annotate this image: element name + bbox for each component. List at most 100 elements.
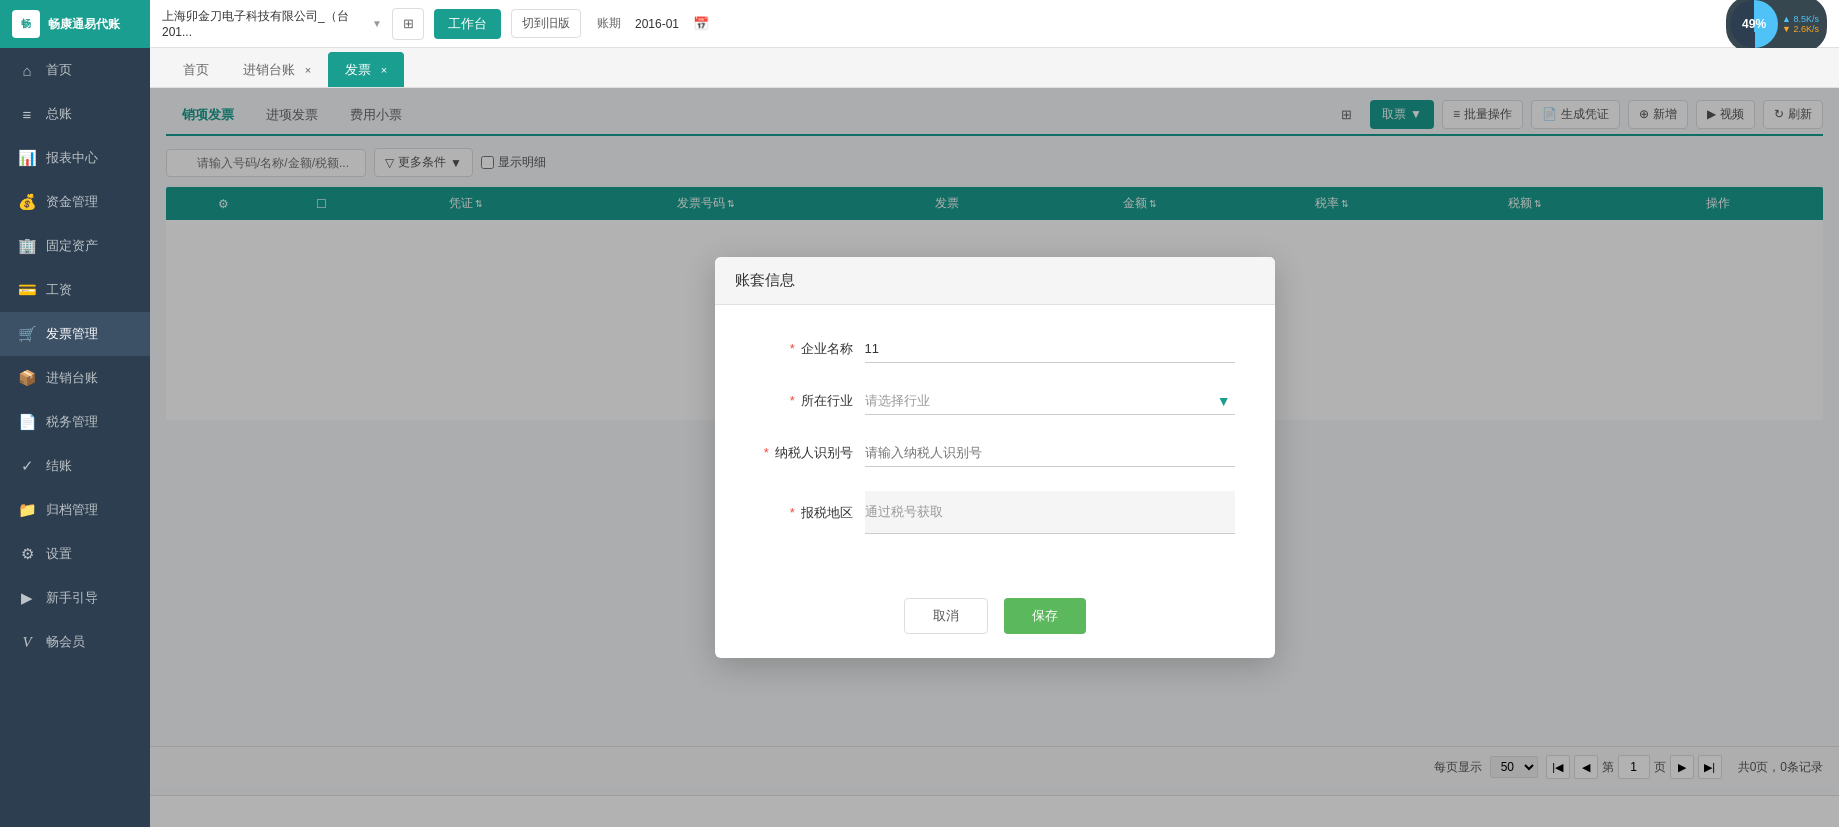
form-row-tax-region: * 报税地区 通过税号获取 xyxy=(755,491,1235,534)
required-star-region: * xyxy=(790,505,795,520)
copy-icon: ⊞ xyxy=(403,16,414,31)
sidebar-item-label: 资金管理 xyxy=(46,193,98,211)
payroll-icon: 💳 xyxy=(18,281,36,299)
tab-invoice-close[interactable]: × xyxy=(381,64,387,76)
old-version-button[interactable]: 切到旧版 xyxy=(511,9,581,38)
assets-icon: 🏢 xyxy=(18,237,36,255)
tax-region-placeholder: 通过税号获取 xyxy=(865,497,1235,527)
sidebar-item-archive[interactable]: 📁 归档管理 xyxy=(0,488,150,532)
invoice-mgmt-icon: 🛒 xyxy=(18,325,36,343)
account-info-dialog: 账套信息 * 企业名称 xyxy=(715,257,1275,658)
guide-icon: ▶ xyxy=(18,589,36,607)
tab-home-label: 首页 xyxy=(183,62,209,77)
tax-id-input[interactable] xyxy=(865,439,1235,467)
sidebar-item-label: 税务管理 xyxy=(46,413,98,431)
sidebar-item-assets[interactable]: 🏢 固定资产 xyxy=(0,224,150,268)
calendar-icon[interactable]: 📅 xyxy=(693,16,709,31)
save-button[interactable]: 保存 xyxy=(1004,598,1086,634)
app-name: 畅康通易代账 xyxy=(48,16,120,33)
speed-info: ▲ 8.5K/s ▼ 2.6K/s xyxy=(1782,14,1819,34)
logo-icon: 畅 xyxy=(12,10,40,38)
workbench-button[interactable]: 工作台 xyxy=(434,9,501,39)
sidebar-item-home[interactable]: ⌂ 首页 xyxy=(0,48,150,92)
required-star-tax: * xyxy=(764,445,769,460)
sidebar-item-payroll[interactable]: 💳 工资 xyxy=(0,268,150,312)
copy-button[interactable]: ⊞ xyxy=(392,8,424,40)
app-logo: 畅 畅康通易代账 xyxy=(0,0,150,48)
period-value: 2016-01 xyxy=(635,17,679,31)
closing-icon: ✓ xyxy=(18,457,36,475)
dialog-body: * 企业名称 * 所在行业 xyxy=(715,305,1275,588)
tax-id-label: * 纳税人识别号 xyxy=(755,444,865,462)
top-bar: 上海卯金刀电子科技有限公司_（台201... ▼ ⊞ 工作台 切到旧版 账期 2… xyxy=(150,0,1839,48)
network-percent: 49% xyxy=(1742,17,1766,31)
sidebar: 畅 畅康通易代账 ⌂ 首页 ≡ 总账 📊 报表中心 💰 资金管理 🏢 固定资产 … xyxy=(0,0,150,827)
sidebar-item-funds[interactable]: 💰 资金管理 xyxy=(0,180,150,224)
sidebar-item-label: 固定资产 xyxy=(46,237,98,255)
form-row-industry: * 所在行业 请选择行业 ▼ xyxy=(755,387,1235,415)
sidebar-item-label: 畅会员 xyxy=(46,633,85,651)
company-name-label: * 企业名称 xyxy=(755,340,865,358)
sidebar-item-sales-ledger[interactable]: 📦 进销台账 xyxy=(0,356,150,400)
tab-sales-ledger-label: 进销台账 xyxy=(243,62,295,77)
sidebar-item-closing[interactable]: ✓ 结账 xyxy=(0,444,150,488)
sidebar-item-settings[interactable]: ⚙ 设置 xyxy=(0,532,150,576)
company-name-text: 上海卯金刀电子科技有限公司_（台201... xyxy=(162,8,366,39)
network-widget: 49% ▲ 8.5K/s ▼ 2.6K/s xyxy=(1726,0,1827,52)
sidebar-item-label: 首页 xyxy=(46,61,72,79)
sidebar-item-membership[interactable]: V 畅会员 xyxy=(0,620,150,664)
period-label: 账期 xyxy=(597,15,621,32)
sidebar-item-label: 设置 xyxy=(46,545,72,563)
sidebar-item-label: 工资 xyxy=(46,281,72,299)
network-percent-circle: 49% xyxy=(1730,0,1778,48)
industry-select-arrow: ▼ xyxy=(1217,393,1231,409)
tab-invoice-label: 发票 xyxy=(345,62,371,77)
company-selector[interactable]: 上海卯金刀电子科技有限公司_（台201... ▼ xyxy=(162,8,382,39)
dialog-header: 账套信息 xyxy=(715,257,1275,305)
sidebar-item-label: 总账 xyxy=(46,105,72,123)
tax-region-display: 通过税号获取 xyxy=(865,491,1235,534)
speed-up: ▲ 8.5K/s xyxy=(1782,14,1819,24)
tab-sales-ledger-close[interactable]: × xyxy=(305,64,311,76)
required-star: * xyxy=(790,341,795,356)
industry-select-wrap: 请选择行业 ▼ xyxy=(865,387,1235,415)
industry-label: * 所在行业 xyxy=(755,392,865,410)
dialog-footer: 取消 保存 xyxy=(715,588,1275,658)
sidebar-item-tax-mgmt[interactable]: 📄 税务管理 xyxy=(0,400,150,444)
sidebar-item-invoice-mgmt[interactable]: 🛒 发票管理 xyxy=(0,312,150,356)
tabs-bar: 首页 进销台账 × 发票 × xyxy=(150,48,1839,88)
required-star-industry: * xyxy=(790,393,795,408)
dialog-title: 账套信息 xyxy=(735,271,795,288)
sales-ledger-icon: 📦 xyxy=(18,369,36,387)
content-area: 销项发票 进项发票 费用小票 ⊞ 取票 ▼ xyxy=(150,88,1839,827)
sidebar-item-reports[interactable]: 📊 报表中心 xyxy=(0,136,150,180)
sidebar-item-label: 发票管理 xyxy=(46,325,98,343)
sidebar-item-label: 归档管理 xyxy=(46,501,98,519)
ledger-icon: ≡ xyxy=(18,106,36,123)
form-row-company-name: * 企业名称 xyxy=(755,335,1235,363)
industry-select[interactable]: 请选择行业 xyxy=(865,393,1235,408)
funds-icon: 💰 xyxy=(18,193,36,211)
sidebar-item-guide[interactable]: ▶ 新手引导 xyxy=(0,576,150,620)
tab-home[interactable]: 首页 xyxy=(166,52,226,87)
form-row-tax-id: * 纳税人识别号 xyxy=(755,439,1235,467)
company-name-input[interactable] xyxy=(865,335,1235,363)
tab-invoice[interactable]: 发票 × xyxy=(328,52,404,87)
tab-sales-ledger[interactable]: 进销台账 × xyxy=(226,52,328,87)
archive-icon: 📁 xyxy=(18,501,36,519)
sidebar-item-label: 新手引导 xyxy=(46,589,98,607)
home-icon: ⌂ xyxy=(18,62,36,79)
sidebar-item-ledger[interactable]: ≡ 总账 xyxy=(0,92,150,136)
speed-down: ▼ 2.6K/s xyxy=(1782,24,1819,34)
main-content: 上海卯金刀电子科技有限公司_（台201... ▼ ⊞ 工作台 切到旧版 账期 2… xyxy=(150,0,1839,827)
sidebar-item-label: 进销台账 xyxy=(46,369,98,387)
tax-region-label: * 报税地区 xyxy=(755,504,865,522)
modal-overlay: 账套信息 * 企业名称 xyxy=(150,88,1839,827)
tax-mgmt-icon: 📄 xyxy=(18,413,36,431)
sidebar-item-label: 报表中心 xyxy=(46,149,98,167)
sidebar-item-label: 结账 xyxy=(46,457,72,475)
settings-icon: ⚙ xyxy=(18,545,36,563)
cancel-button[interactable]: 取消 xyxy=(904,598,988,634)
reports-icon: 📊 xyxy=(18,149,36,167)
membership-icon: V xyxy=(18,634,36,651)
